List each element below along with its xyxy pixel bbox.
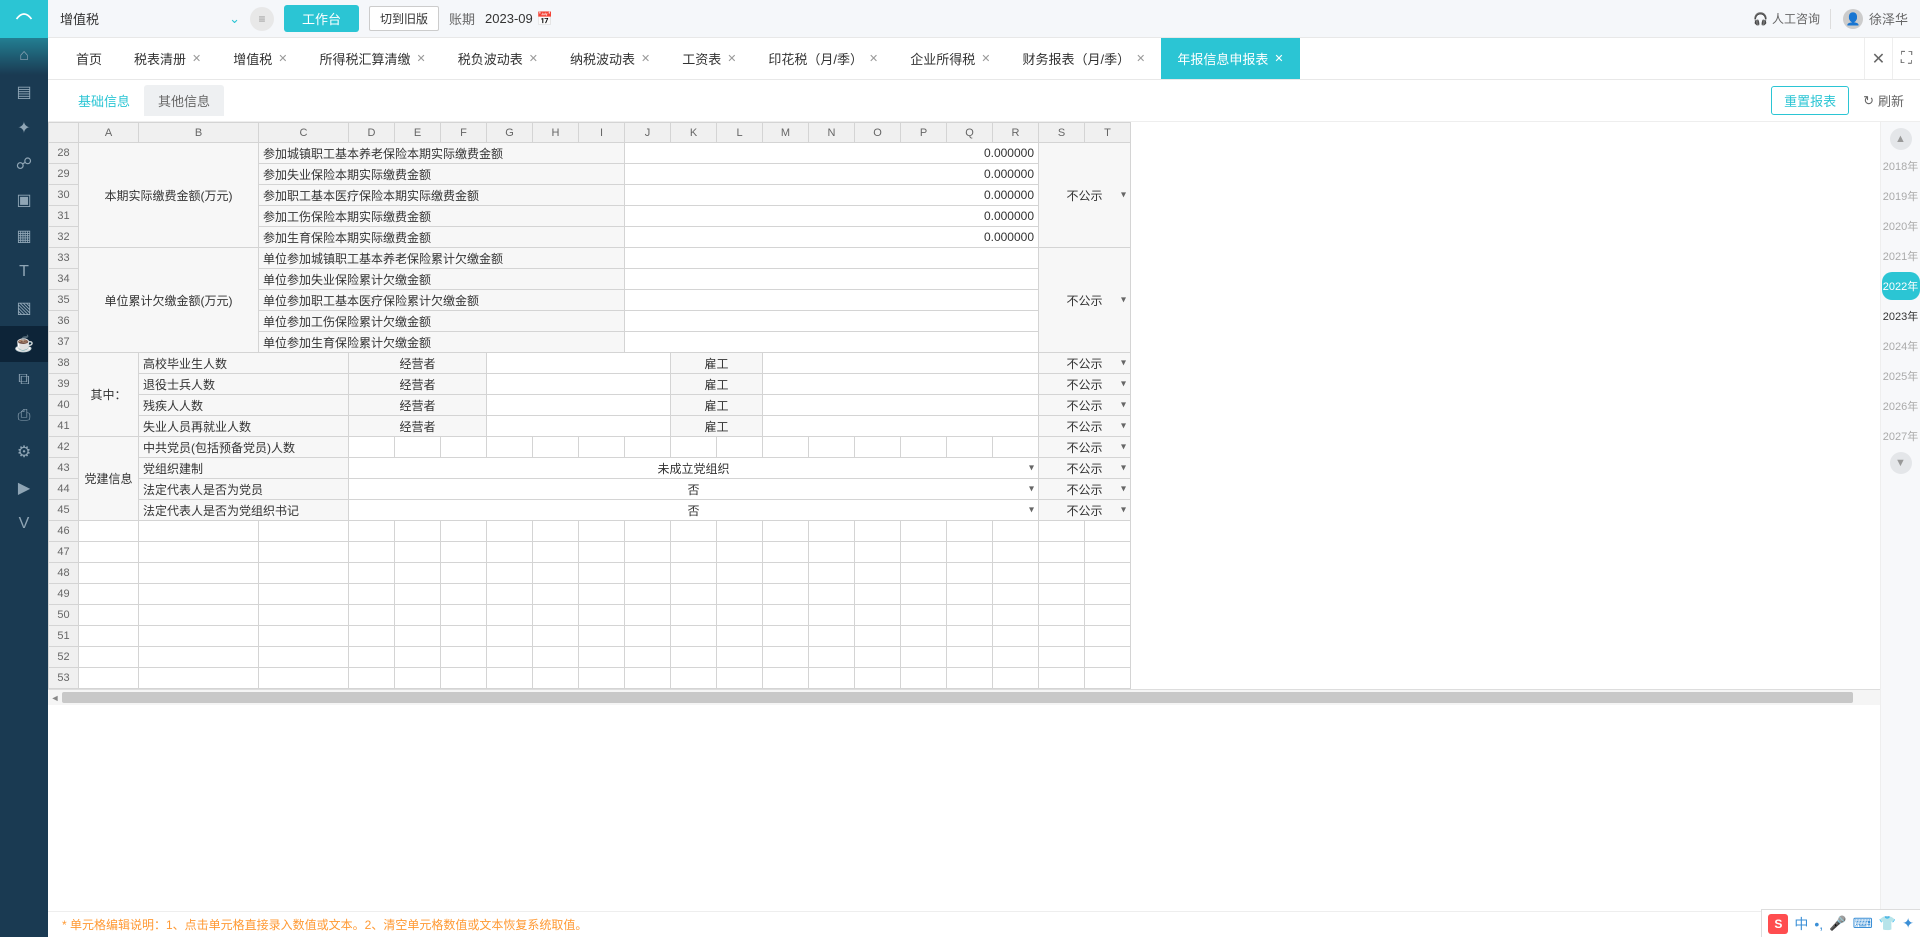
- tab-item[interactable]: 所得税汇算清缴✕: [303, 38, 441, 79]
- app-logo-icon: [0, 0, 48, 38]
- headset-icon: 🎧: [1753, 12, 1768, 26]
- ime-tool-icon[interactable]: ✦: [1902, 915, 1914, 932]
- tab-item[interactable]: 增值税✕: [217, 38, 303, 79]
- year-up-icon[interactable]: ▲: [1890, 128, 1912, 150]
- scroll-left-icon[interactable]: ◄: [48, 693, 62, 703]
- nav-v-icon[interactable]: V: [0, 506, 48, 542]
- expand-tabs-button[interactable]: ⛶: [1892, 38, 1920, 79]
- switch-old-button[interactable]: 切到旧版: [369, 6, 439, 31]
- close-icon[interactable]: ✕: [869, 52, 878, 65]
- top-header: 增值税 ⌄ ≡ 工作台 切到旧版 账期 2023-09 📅 🎧 人工咨询 👤 徐…: [48, 0, 1920, 38]
- chevron-down-icon: ⌄: [229, 11, 240, 27]
- sub-tab-bar: 基础信息 其他信息 重置报表 ↻ 刷新: [48, 80, 1920, 122]
- nav-print-icon[interactable]: ⎙: [0, 398, 48, 434]
- ime-logo-icon[interactable]: S: [1768, 914, 1788, 934]
- left-sidebar: ⌂ ▤ ✦ ☍ ▣ ▦ T ▧ ☕ ⧉ ⎙ ⚙ ▶ V: [0, 0, 48, 937]
- close-icon[interactable]: ✕: [278, 52, 287, 65]
- year-item[interactable]: 2019年: [1882, 182, 1920, 210]
- tabs-bar: 首页税表清册✕增值税✕所得税汇算清缴✕税负波动表✕纳税波动表✕工资表✕印花税（月…: [48, 38, 1920, 80]
- year-item[interactable]: 2027年: [1882, 422, 1920, 450]
- sub-tab-other-info[interactable]: 其他信息: [144, 85, 224, 116]
- close-icon[interactable]: ✕: [641, 52, 650, 65]
- consult-label: 人工咨询: [1772, 10, 1820, 27]
- year-item[interactable]: 2020年: [1882, 212, 1920, 240]
- ime-keyboard-icon[interactable]: ⌨: [1853, 915, 1873, 932]
- ime-lang-icon[interactable]: 中: [1794, 914, 1808, 934]
- tab-item[interactable]: 首页: [60, 38, 118, 79]
- calendar-icon: 📅: [537, 11, 553, 27]
- tab-item[interactable]: 纳税波动表✕: [554, 38, 666, 79]
- avatar-icon: 👤: [1843, 9, 1863, 29]
- close-icon[interactable]: ✕: [1274, 52, 1283, 65]
- sub-tab-basic-info[interactable]: 基础信息: [64, 85, 144, 116]
- tab-item[interactable]: 企业所得税✕: [894, 38, 1006, 79]
- year-item[interactable]: 2021年: [1882, 242, 1920, 270]
- tab-item[interactable]: 工资表✕: [666, 38, 752, 79]
- user-name: 徐泽华: [1869, 9, 1908, 28]
- close-icon[interactable]: ✕: [417, 52, 426, 65]
- period-value: 2023-09: [485, 11, 533, 26]
- ime-skin-icon[interactable]: 👕: [1879, 915, 1896, 932]
- spreadsheet-grid[interactable]: ABCDEFGHIJKLMNOPQRST28本期实际缴费金额(万元)参加城镇职工…: [48, 122, 1131, 689]
- company-name: 增值税: [60, 9, 99, 28]
- refresh-icon: ↻: [1863, 93, 1874, 109]
- ime-punct-icon[interactable]: •,: [1814, 916, 1823, 932]
- nav-chart-icon[interactable]: ✦: [0, 110, 48, 146]
- tab-item[interactable]: 税负波动表✕: [442, 38, 554, 79]
- nav-copy-icon[interactable]: ⧉: [0, 362, 48, 398]
- footer-bar: * 单元格编辑说明：1、点击单元格直接录入数值或文本。2、清空单元格数值或文本恢…: [48, 911, 1920, 937]
- nav-gear-icon[interactable]: ⚙: [0, 434, 48, 470]
- ime-mic-icon[interactable]: 🎤: [1829, 915, 1846, 932]
- workbench-button[interactable]: 工作台: [284, 5, 359, 32]
- year-item[interactable]: 2022年: [1882, 272, 1920, 300]
- nav-active-icon[interactable]: ☕: [0, 326, 48, 362]
- nav-doc-icon[interactable]: ▤: [0, 74, 48, 110]
- header-list-icon[interactable]: ≡: [250, 7, 274, 31]
- close-icon[interactable]: ✕: [192, 52, 201, 65]
- close-icon[interactable]: ✕: [727, 52, 736, 65]
- year-down-icon[interactable]: ▼: [1890, 452, 1912, 474]
- close-icon[interactable]: ✕: [1136, 52, 1145, 65]
- year-item[interactable]: 2023年: [1882, 302, 1920, 330]
- period-label: 账期: [449, 9, 475, 28]
- year-selector-rail: ▲ 2018年2019年2020年2021年2022年2023年2024年202…: [1880, 122, 1920, 911]
- close-icon[interactable]: ✕: [981, 52, 990, 65]
- close-icon[interactable]: ✕: [529, 52, 538, 65]
- close-all-tabs-button[interactable]: ✕: [1864, 38, 1892, 79]
- tab-item[interactable]: 印花税（月/季）✕: [752, 38, 894, 79]
- refresh-label: 刷新: [1878, 91, 1904, 110]
- consult-link[interactable]: 🎧 人工咨询: [1753, 10, 1820, 27]
- year-item[interactable]: 2026年: [1882, 392, 1920, 420]
- nav-clipboard-icon[interactable]: ▣: [0, 182, 48, 218]
- reset-report-button[interactable]: 重置报表: [1771, 86, 1849, 115]
- tab-item[interactable]: 年报信息申报表✕: [1161, 38, 1299, 79]
- nav-bag-icon[interactable]: ☍: [0, 146, 48, 182]
- refresh-button[interactable]: ↻ 刷新: [1863, 91, 1904, 110]
- nav-video-icon[interactable]: ▶: [0, 470, 48, 506]
- company-selector[interactable]: 增值税 ⌄: [60, 9, 240, 28]
- year-item[interactable]: 2024年: [1882, 332, 1920, 360]
- year-item[interactable]: 2025年: [1882, 362, 1920, 390]
- period-picker[interactable]: 2023-09 📅: [485, 11, 553, 27]
- nav-text-icon[interactable]: T: [0, 254, 48, 290]
- tab-item[interactable]: 财务报表（月/季）✕: [1007, 38, 1162, 79]
- horizontal-scrollbar[interactable]: ◄ ►: [48, 689, 1904, 705]
- nav-home-icon[interactable]: ⌂: [0, 38, 48, 74]
- tab-item[interactable]: 税表清册✕: [118, 38, 217, 79]
- edit-hint: * 单元格编辑说明：1、点击单元格直接录入数值或文本。2、清空单元格数值或文本恢…: [62, 916, 587, 933]
- nav-grid-icon[interactable]: ▧: [0, 290, 48, 326]
- h-scroll-thumb[interactable]: [62, 692, 1853, 703]
- user-menu[interactable]: 👤 徐泽华: [1830, 9, 1908, 29]
- year-item[interactable]: 2018年: [1882, 152, 1920, 180]
- ime-toolbar: S 中 •, 🎤 ⌨ 👕 ✦: [1761, 909, 1920, 937]
- nav-calc-icon[interactable]: ▦: [0, 218, 48, 254]
